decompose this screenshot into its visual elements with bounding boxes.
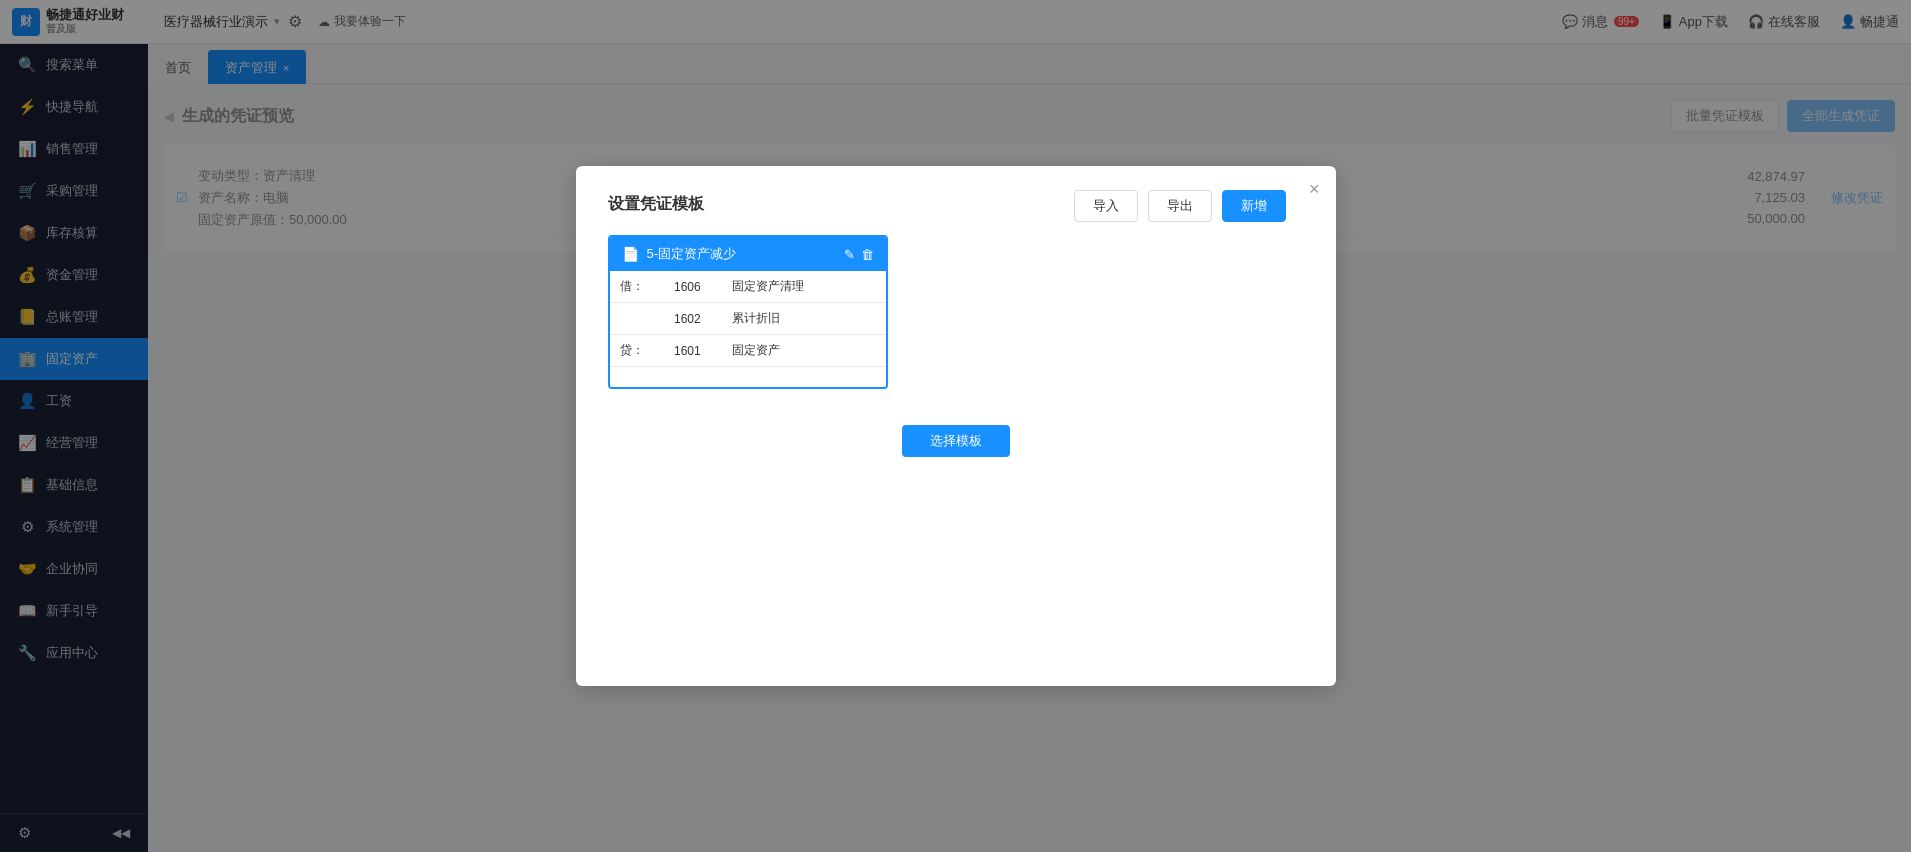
new-button[interactable]: 新增	[1222, 190, 1286, 222]
entry-debit-2	[836, 335, 861, 367]
template-entry-row-0: 借： 1606 固定资产清理	[610, 271, 886, 303]
entry-code-2: 1601	[664, 335, 722, 367]
template-entry-row-1: 1602 累计折旧	[610, 303, 886, 335]
entry-debit-1	[836, 303, 861, 335]
template-delete-icon[interactable]: 🗑	[861, 247, 874, 262]
entry-code-1: 1602	[664, 303, 722, 335]
entry-credit-0	[861, 271, 886, 303]
template-list: 📄 5-固定资产减少 ✎ 🗑 借： 1606 固定资产清理	[608, 235, 1304, 389]
template-name: 5-固定资产减少	[647, 245, 836, 263]
dialog-close-button[interactable]: ×	[1309, 180, 1320, 198]
select-template-button[interactable]: 选择模板	[902, 425, 1010, 457]
entry-type-1	[610, 303, 665, 335]
template-entry-row-2: 贷： 1601 固定资产	[610, 335, 886, 367]
template-entries-table: 借： 1606 固定资产清理 1602 累计折旧	[610, 271, 886, 387]
entry-credit-1	[861, 303, 886, 335]
template-edit-icon[interactable]: ✎	[844, 247, 855, 262]
template-card-0: 📄 5-固定资产减少 ✎ 🗑 借： 1606 固定资产清理	[608, 235, 888, 389]
entry-type-0: 借：	[610, 271, 665, 303]
entry-type-2: 贷：	[610, 335, 665, 367]
template-entry-row-empty	[610, 367, 886, 388]
entry-code-0: 1606	[664, 271, 722, 303]
entry-credit-2	[861, 335, 886, 367]
template-doc-icon: 📄	[622, 246, 639, 262]
export-button[interactable]: 导出	[1148, 190, 1212, 222]
import-button[interactable]: 导入	[1074, 190, 1138, 222]
entry-name-0: 固定资产清理	[722, 271, 836, 303]
template-card-body: 借： 1606 固定资产清理 1602 累计折旧	[610, 271, 886, 387]
voucher-template-dialog: × 设置凭证模板 导入 导出 新增 📄 5-固定资产减少 ✎ 🗑	[576, 166, 1336, 686]
entry-debit-0	[836, 271, 861, 303]
entry-name-1: 累计折旧	[722, 303, 836, 335]
dialog-overlay: × 设置凭证模板 导入 导出 新增 📄 5-固定资产减少 ✎ 🗑	[0, 0, 1911, 852]
template-card-header: 📄 5-固定资产减少 ✎ 🗑	[610, 237, 886, 271]
dialog-toolbar: 导入 导出 新增	[1074, 190, 1286, 222]
template-card-actions: ✎ 🗑	[844, 247, 874, 262]
entry-name-2: 固定资产	[722, 335, 836, 367]
